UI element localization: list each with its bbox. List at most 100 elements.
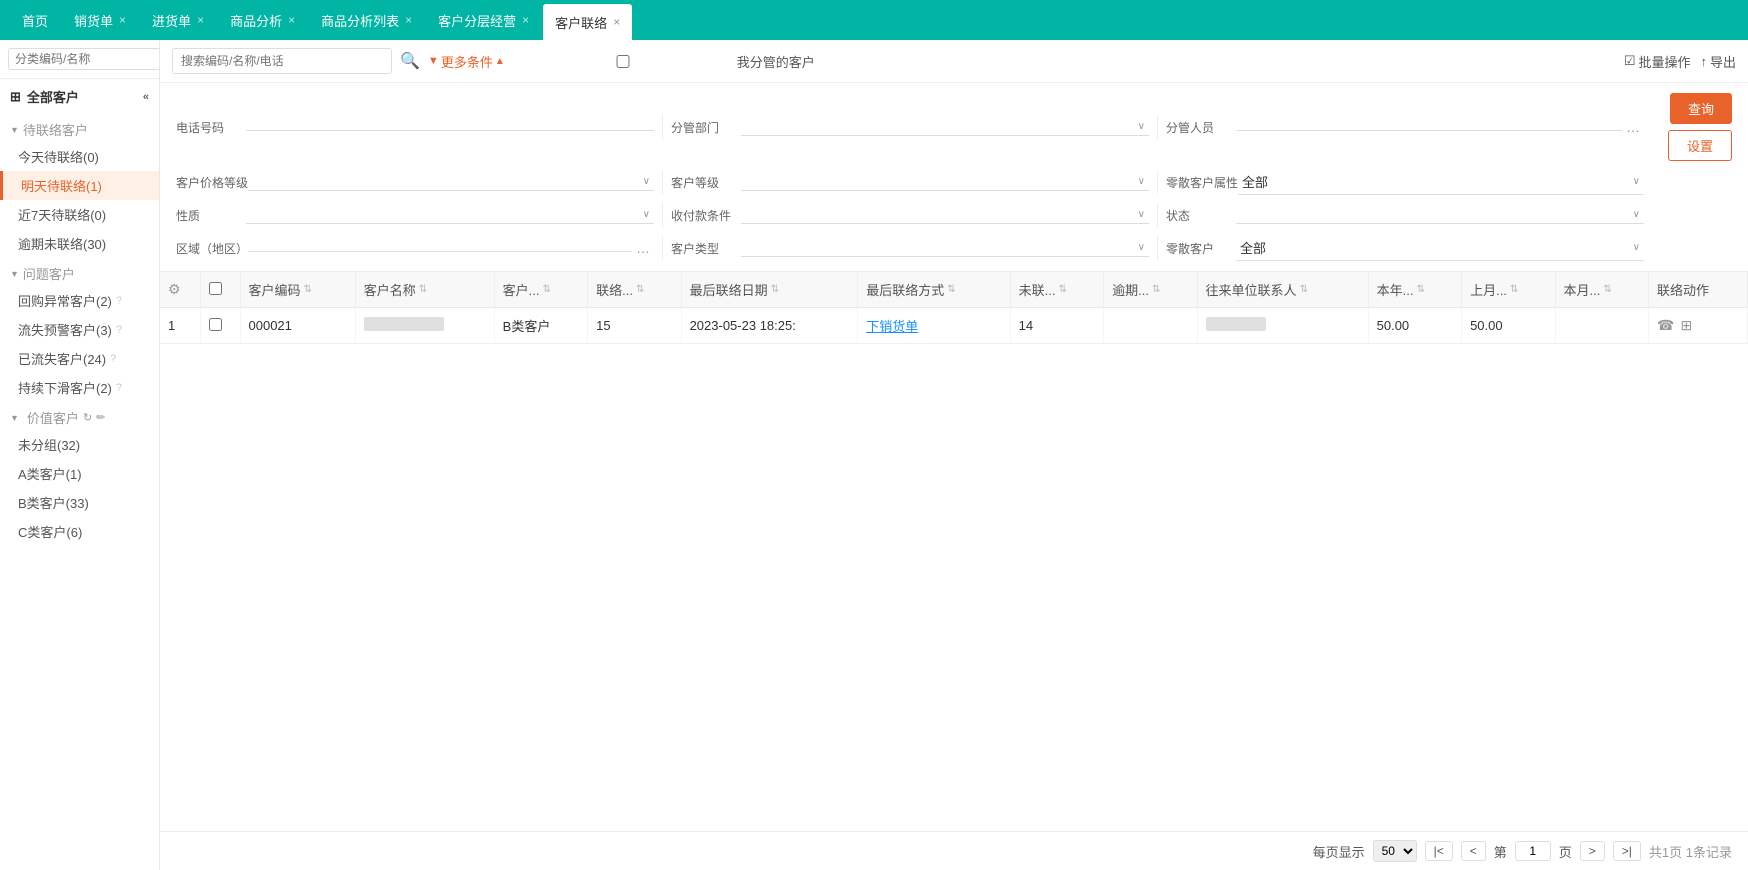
nav-customer-contact[interactable]: 客户联络 × xyxy=(543,4,632,40)
th-code[interactable]: 客户编码⇅ xyxy=(240,272,355,308)
adv-filter-row-3: 性质 ∨ 收付款条件 ∨ 状态 ∨ xyxy=(176,203,1732,227)
th-unit-contact[interactable]: 往来单位联系人⇅ xyxy=(1197,272,1368,308)
total-records: 共1页 1条记录 xyxy=(1649,842,1732,861)
nav-customer-contact-close[interactable]: × xyxy=(613,15,620,29)
sidebar-item-churn-warning[interactable]: 流失预警客户(3) ? xyxy=(0,315,159,344)
sidebar-item-repurchase[interactable]: 回购异常客户(2) ? xyxy=(0,286,159,315)
region-ellipsis[interactable]: … xyxy=(632,240,654,256)
main-layout: 🔍 ⊞ 全部客户 « 待联络客户 今天待联络(0) 明天待联络(1) 近7天待联… xyxy=(0,40,1748,870)
filter-status: 状态 ∨ xyxy=(1166,206,1644,224)
row-checkbox[interactable] xyxy=(209,318,222,331)
sort-type: ⇅ xyxy=(543,284,551,295)
th-last-month[interactable]: 上月...⇅ xyxy=(1462,272,1555,308)
help-icon-churn-warning[interactable]: ? xyxy=(116,324,122,336)
th-settings[interactable]: ⚙ xyxy=(160,272,200,308)
search-button[interactable]: 🔍 xyxy=(400,51,420,71)
page-input[interactable] xyxy=(1515,841,1551,861)
filter-status-select[interactable]: ∨ xyxy=(1236,206,1644,224)
first-page-button[interactable]: |< xyxy=(1425,841,1453,861)
select-all-checkbox[interactable] xyxy=(209,282,222,295)
last-page-button[interactable]: >| xyxy=(1613,841,1641,861)
sort-name: ⇅ xyxy=(419,284,427,295)
sidebar-item-class-c[interactable]: C类客户(6) xyxy=(0,517,159,546)
sidebar-item-class-b[interactable]: B类客户(33) xyxy=(0,488,159,517)
nav-home[interactable]: 首页 xyxy=(10,0,60,40)
per-page-label: 每页显示 xyxy=(1313,842,1365,861)
my-customer-checkbox-label[interactable]: 我分管的客户 xyxy=(513,52,815,71)
sidebar-item-overdue[interactable]: 逾期未联络(30) xyxy=(0,229,159,258)
sidebar-item-class-a[interactable]: A类客户(1) xyxy=(0,459,159,488)
th-last-date[interactable]: 最后联络日期⇅ xyxy=(681,272,858,308)
next-page-button[interactable]: > xyxy=(1580,841,1605,861)
contact-icon[interactable]: ☎ xyxy=(1657,317,1674,334)
th-type[interactable]: 客户...⇅ xyxy=(494,272,587,308)
filter-dept-select[interactable]: ∨ xyxy=(741,118,1149,136)
cell-last-date: 2023-05-23 18:25: xyxy=(681,308,858,344)
manager-ellipsis[interactable]: … xyxy=(1622,119,1644,135)
sidebar-item-today[interactable]: 今天待联络(0) xyxy=(0,142,159,171)
nav-purchase-close[interactable]: × xyxy=(197,13,204,27)
nav-sales[interactable]: 销货单 × xyxy=(62,0,138,40)
filter-payment: 收付款条件 ∨ xyxy=(671,206,1149,224)
nav-goods-analysis[interactable]: 商品分析 × xyxy=(218,0,307,40)
table-row: 1 000021 B类客户 15 2023-05-23 18:25: 下销货单 … xyxy=(160,308,1748,344)
query-button[interactable]: 查询 xyxy=(1670,93,1732,124)
advanced-filter-panel: 电话号码 分管部门 ∨ 分管人员 … 查询 xyxy=(160,83,1748,272)
th-checkbox[interactable] xyxy=(200,272,240,308)
th-name[interactable]: 客户名称⇅ xyxy=(355,272,494,308)
filter-price-level: 客户价格等级 ∨ xyxy=(176,173,654,191)
help-icon-churned[interactable]: ? xyxy=(110,353,116,365)
sidebar-search-input[interactable] xyxy=(8,48,160,70)
export-button[interactable]: ↑ 导出 xyxy=(1700,52,1736,71)
th-this-year[interactable]: 本年...⇅ xyxy=(1368,272,1461,308)
th-overdue[interactable]: 逾期...⇅ xyxy=(1104,272,1197,308)
sidebar-item-ungrouped[interactable]: 未分组(32) xyxy=(0,430,159,459)
check-icon: ☑ xyxy=(1624,53,1636,69)
filter-retail-attr-select[interactable]: 全部∨ xyxy=(1238,169,1644,195)
th-last-method[interactable]: 最后联络方式⇅ xyxy=(858,272,1010,308)
filter-payment-select[interactable]: ∨ xyxy=(741,206,1149,224)
settings-icon[interactable]: ⚙ xyxy=(168,281,181,297)
cell-checkbox[interactable] xyxy=(200,308,240,344)
page-size-select[interactable]: 50 xyxy=(1373,840,1417,862)
sort-overdue: ⇅ xyxy=(1152,284,1160,295)
sort-this-year: ⇅ xyxy=(1416,284,1424,295)
nav-purchase[interactable]: 进货单 × xyxy=(140,0,216,40)
nav-sales-close[interactable]: × xyxy=(119,13,126,27)
sidebar-item-7days[interactable]: 近7天待联络(0) xyxy=(0,200,159,229)
filter-price-select[interactable]: ∨ xyxy=(248,173,654,191)
sidebar-item-tomorrow[interactable]: 明天待联络(1) xyxy=(0,171,159,200)
set-button[interactable]: 设置 xyxy=(1668,130,1732,161)
cell-no: 1 xyxy=(160,308,200,344)
help-icon-repurchase[interactable]: ? xyxy=(116,295,122,307)
more-filter-button[interactable]: ▼ 更多条件 ▲ xyxy=(428,52,505,71)
filter-nature-select[interactable]: ∨ xyxy=(246,206,654,224)
nav-customer-tier-close[interactable]: × xyxy=(522,13,529,27)
th-contact[interactable]: 联络...⇅ xyxy=(588,272,681,308)
collapse-icon[interactable]: « xyxy=(143,91,149,103)
qr-icon[interactable]: ⊞ xyxy=(1680,317,1692,334)
divider-1 xyxy=(662,115,663,139)
nav-customer-tier[interactable]: 客户分层经营 × xyxy=(426,0,541,40)
prev-page-button[interactable]: < xyxy=(1461,841,1486,861)
batch-op-button[interactable]: ☑ 批量操作 xyxy=(1624,52,1691,71)
th-this-month[interactable]: 本月...⇅ xyxy=(1555,272,1648,308)
nav-goods-analysis-list[interactable]: 商品分析列表 × xyxy=(309,0,424,40)
value-group-edit[interactable]: ✏ xyxy=(96,411,105,424)
th-uncontact[interactable]: 未联...⇅ xyxy=(1010,272,1103,308)
sidebar-item-churned[interactable]: 已流失客户(24) ? xyxy=(0,344,159,373)
filter-retail-attr: 零散客户属性 全部∨ xyxy=(1166,169,1644,195)
sidebar-item-declining[interactable]: 持续下滑客户(2) ? xyxy=(0,373,159,402)
search-input[interactable] xyxy=(172,48,392,74)
nav-goods-analysis-close[interactable]: × xyxy=(288,13,295,27)
help-icon-declining[interactable]: ? xyxy=(116,382,122,394)
filter-retail-select[interactable]: 全部∨ xyxy=(1236,235,1644,261)
sidebar-all-customers[interactable]: ⊞ 全部客户 « xyxy=(0,79,159,114)
value-group-refresh[interactable]: ↻ xyxy=(83,411,92,424)
cell-overdue xyxy=(1104,308,1197,344)
filter-level-select[interactable]: ∨ xyxy=(741,173,1149,191)
filter-type-select[interactable]: ∨ xyxy=(741,239,1149,257)
cell-last-method[interactable]: 下销货单 xyxy=(858,308,1010,344)
my-customer-checkbox[interactable] xyxy=(513,55,733,68)
nav-goods-analysis-list-close[interactable]: × xyxy=(405,13,412,27)
